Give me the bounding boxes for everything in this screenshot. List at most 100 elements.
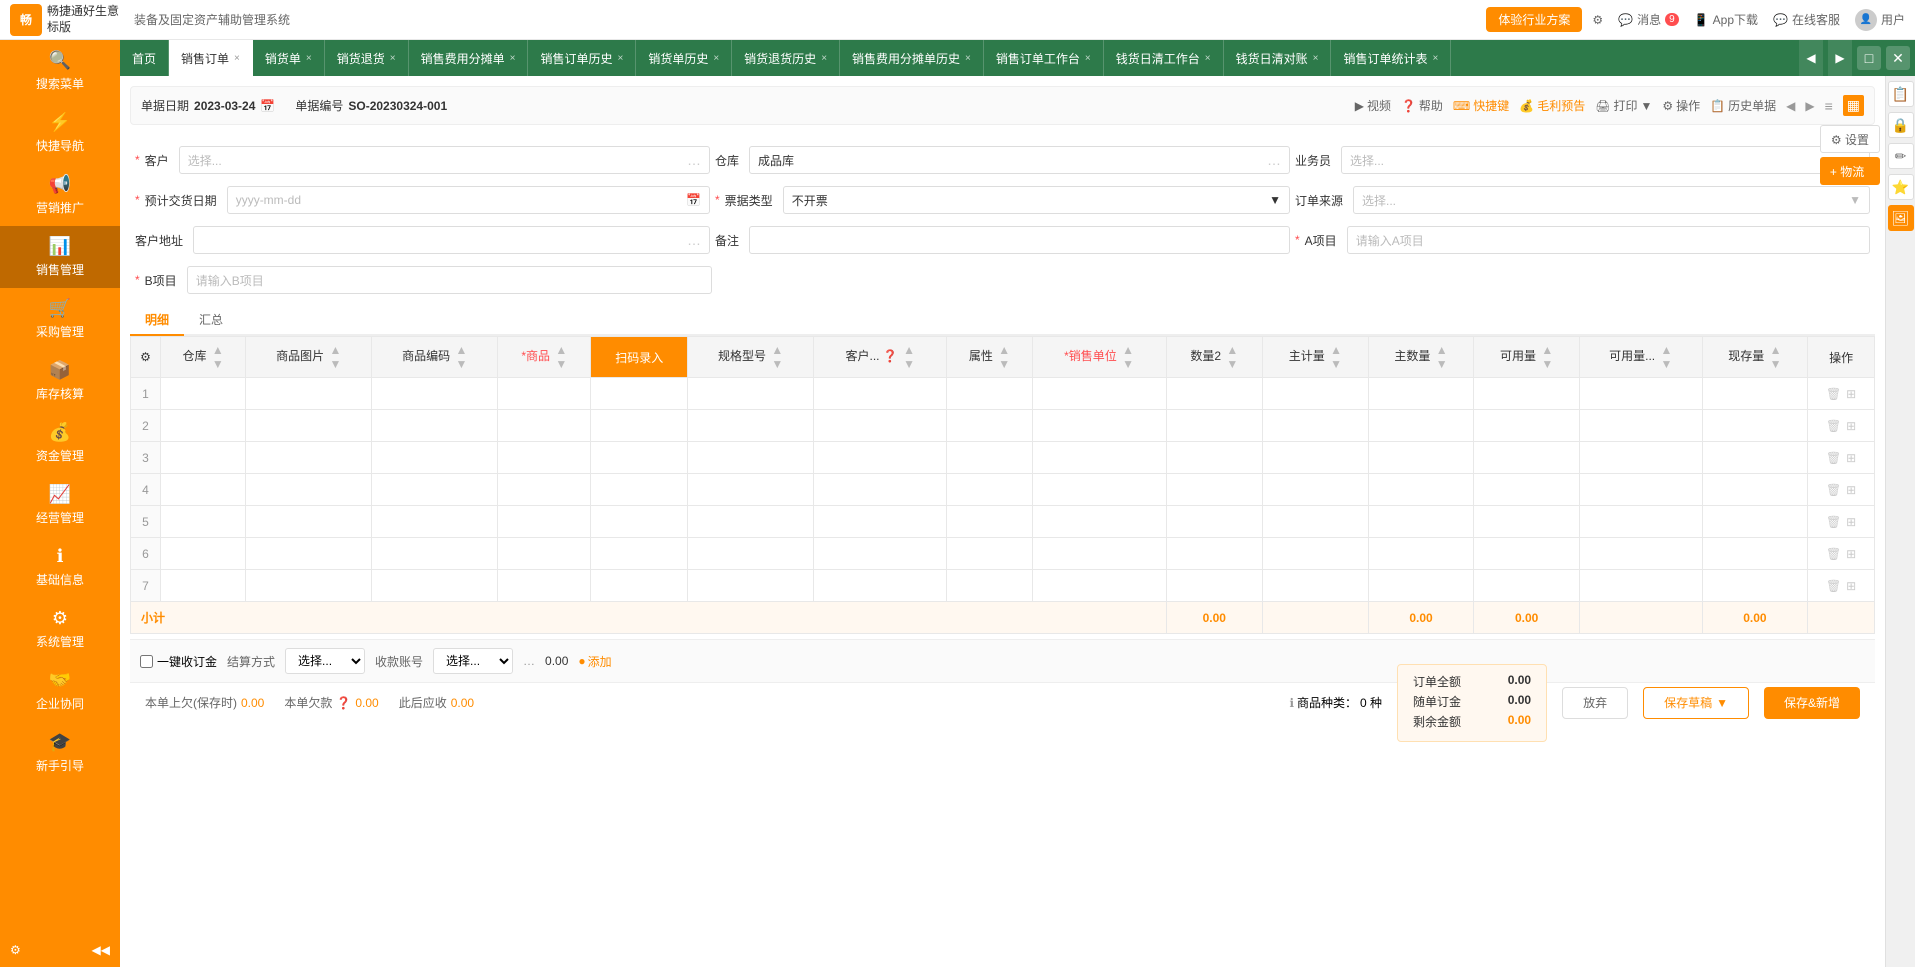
tab-next-button[interactable]: ▶ bbox=[1828, 40, 1852, 76]
message-button[interactable]: 💬 消息 9 bbox=[1618, 11, 1679, 28]
row-1-attr[interactable] bbox=[947, 378, 1032, 410]
row-2-warehouse[interactable] bbox=[161, 410, 246, 442]
customer-more-btn[interactable]: … bbox=[687, 152, 701, 168]
row-6-unit[interactable] bbox=[1032, 538, 1166, 570]
row-1-warehouse[interactable] bbox=[161, 378, 246, 410]
tab-sales-order[interactable]: 销售订单 × bbox=[169, 40, 253, 76]
row-4-unit[interactable] bbox=[1032, 474, 1166, 506]
row-6-attr[interactable] bbox=[947, 538, 1032, 570]
row-3-product[interactable] bbox=[498, 442, 591, 474]
customer-input[interactable]: 选择... … bbox=[179, 146, 710, 174]
tab-close-sales-receipt-history[interactable]: × bbox=[713, 53, 719, 64]
row-4-warehouse[interactable] bbox=[161, 474, 246, 506]
tab-sales-statistics[interactable]: 销售订单统计表 × bbox=[1331, 40, 1451, 76]
row-3-scan[interactable] bbox=[591, 442, 688, 474]
row-4-spec[interactable] bbox=[688, 474, 814, 506]
row-4-product[interactable] bbox=[498, 474, 591, 506]
col-settings[interactable]: ⚙ bbox=[131, 337, 161, 378]
main-unit-sort[interactable]: ▲▼ bbox=[1330, 343, 1342, 371]
save-draft-button[interactable]: 保存草稿 ▼ bbox=[1643, 687, 1749, 719]
sidebar-item-finance[interactable]: 💰 资金管理 bbox=[0, 412, 120, 474]
row-3-customer-code[interactable] bbox=[814, 442, 947, 474]
tab-close-sales-return-history[interactable]: × bbox=[821, 53, 827, 64]
operation-btn[interactable]: ⚙ 操作 bbox=[1662, 97, 1700, 114]
help-btn[interactable]: ❓ 帮助 bbox=[1401, 97, 1443, 114]
receipt-no-select[interactable]: 选择... bbox=[433, 648, 513, 674]
row-7-product[interactable] bbox=[498, 570, 591, 602]
customer-code-sort[interactable]: ▲▼ bbox=[903, 343, 915, 371]
dots-btn-2[interactable]: … bbox=[523, 654, 535, 668]
sidebar-item-base-info[interactable]: ℹ 基础信息 bbox=[0, 536, 120, 598]
row-3-spec[interactable] bbox=[688, 442, 814, 474]
row-6-qty2[interactable] bbox=[1166, 538, 1263, 570]
sidebar-item-sales[interactable]: 📊 销售管理 bbox=[0, 226, 120, 288]
video-btn[interactable]: ▶ 视频 bbox=[1355, 97, 1391, 114]
row-2-attr[interactable] bbox=[947, 410, 1032, 442]
available-sort[interactable]: ▲▼ bbox=[1541, 343, 1553, 371]
sidebar-collapse-btn[interactable]: ◀◀ bbox=[92, 943, 110, 957]
tab-maximize-button[interactable]: □ bbox=[1857, 46, 1881, 70]
right-icon-clipboard[interactable]: 📋 bbox=[1888, 81, 1914, 107]
tab-sales-expense-history[interactable]: 销售费用分摊单历史 × bbox=[840, 40, 984, 76]
tab-close-sales-statistics[interactable]: × bbox=[1432, 53, 1438, 64]
row-2-spec[interactable] bbox=[688, 410, 814, 442]
row-5-code[interactable] bbox=[372, 506, 498, 538]
row-7-image[interactable] bbox=[246, 570, 372, 602]
tab-close-sales-return[interactable]: × bbox=[390, 53, 396, 64]
row-5-qty2[interactable] bbox=[1166, 506, 1263, 538]
row-5-product[interactable] bbox=[498, 506, 591, 538]
tab-summary[interactable]: 汇总 bbox=[184, 305, 238, 336]
row-6-copy[interactable]: ⊞ bbox=[1846, 547, 1856, 561]
card-view-btn[interactable]: ▦ bbox=[1843, 95, 1864, 116]
one-click-payment-input[interactable] bbox=[140, 655, 153, 668]
row-3-available2[interactable] bbox=[1579, 442, 1702, 474]
row-4-qty2[interactable] bbox=[1166, 474, 1263, 506]
row-3-attr[interactable] bbox=[947, 442, 1032, 474]
tab-cash-reconciliation[interactable]: 钱货日清对账 × bbox=[1224, 40, 1332, 76]
tab-close-cash-reconciliation[interactable]: × bbox=[1313, 53, 1319, 64]
calendar-icon[interactable]: 📅 bbox=[260, 99, 275, 113]
qty2-sort[interactable]: ▲▼ bbox=[1226, 343, 1238, 371]
right-icon-star[interactable]: ⭐ bbox=[1888, 174, 1914, 200]
user-button[interactable]: 👤 用户 bbox=[1855, 9, 1905, 31]
row-4-delete[interactable]: 🗑 bbox=[1826, 483, 1841, 497]
row-5-attr[interactable] bbox=[947, 506, 1032, 538]
tab-cash-daily-workbench[interactable]: 钱货日清工作台 × bbox=[1104, 40, 1224, 76]
row-7-scan[interactable] bbox=[591, 570, 688, 602]
row-7-code[interactable] bbox=[372, 570, 498, 602]
tab-sales-order-history[interactable]: 销售订单历史 × bbox=[528, 40, 636, 76]
row-2-copy[interactable]: ⊞ bbox=[1846, 419, 1856, 433]
row-2-code[interactable] bbox=[372, 410, 498, 442]
tab-sales-expense[interactable]: 销售费用分摊单 × bbox=[409, 40, 529, 76]
this-lower-info[interactable]: ❓ bbox=[336, 696, 351, 710]
row-5-main-unit[interactable] bbox=[1263, 506, 1369, 538]
sidebar-item-inventory[interactable]: 📦 库存核算 bbox=[0, 350, 120, 412]
warehouse-more-btn[interactable]: … bbox=[1267, 152, 1281, 168]
row-2-available2[interactable] bbox=[1579, 410, 1702, 442]
save-draft-dropdown-icon[interactable]: ▼ bbox=[1716, 696, 1728, 710]
tab-close-sales-expense[interactable]: × bbox=[510, 53, 516, 64]
row-2-unit[interactable] bbox=[1032, 410, 1166, 442]
row-1-image[interactable] bbox=[246, 378, 372, 410]
main-qty-sort[interactable]: ▲▼ bbox=[1436, 343, 1448, 371]
row-3-qty2[interactable] bbox=[1166, 442, 1263, 474]
row-7-available2[interactable] bbox=[1579, 570, 1702, 602]
row-5-current-stock[interactable] bbox=[1702, 506, 1808, 538]
col-scan[interactable]: 扫码录入 bbox=[591, 337, 688, 378]
row-1-delete[interactable]: 🗑 bbox=[1826, 387, 1841, 401]
row-3-code[interactable] bbox=[372, 442, 498, 474]
tab-prev-button[interactable]: ◀ bbox=[1799, 40, 1823, 76]
app-download-button[interactable]: 📱 App下载 bbox=[1694, 11, 1758, 28]
available2-sort[interactable]: ▲▼ bbox=[1661, 343, 1673, 371]
row-2-available[interactable] bbox=[1474, 410, 1580, 442]
row-6-delete[interactable]: 🗑 bbox=[1826, 547, 1841, 561]
row-6-product[interactable] bbox=[498, 538, 591, 570]
sidebar-item-guide[interactable]: 🎓 新手引导 bbox=[0, 722, 120, 784]
print-btn[interactable]: 🖨 打印 ▼ bbox=[1595, 97, 1652, 114]
row-5-unit[interactable] bbox=[1032, 506, 1166, 538]
row-5-copy[interactable]: ⊞ bbox=[1846, 515, 1856, 529]
row-1-code[interactable] bbox=[372, 378, 498, 410]
tab-close-sales-expense-history[interactable]: × bbox=[965, 53, 971, 64]
add-logistics-button[interactable]: + 物流 bbox=[1820, 157, 1880, 185]
settings-float-button[interactable]: ⚙ 设置 bbox=[1820, 125, 1880, 153]
